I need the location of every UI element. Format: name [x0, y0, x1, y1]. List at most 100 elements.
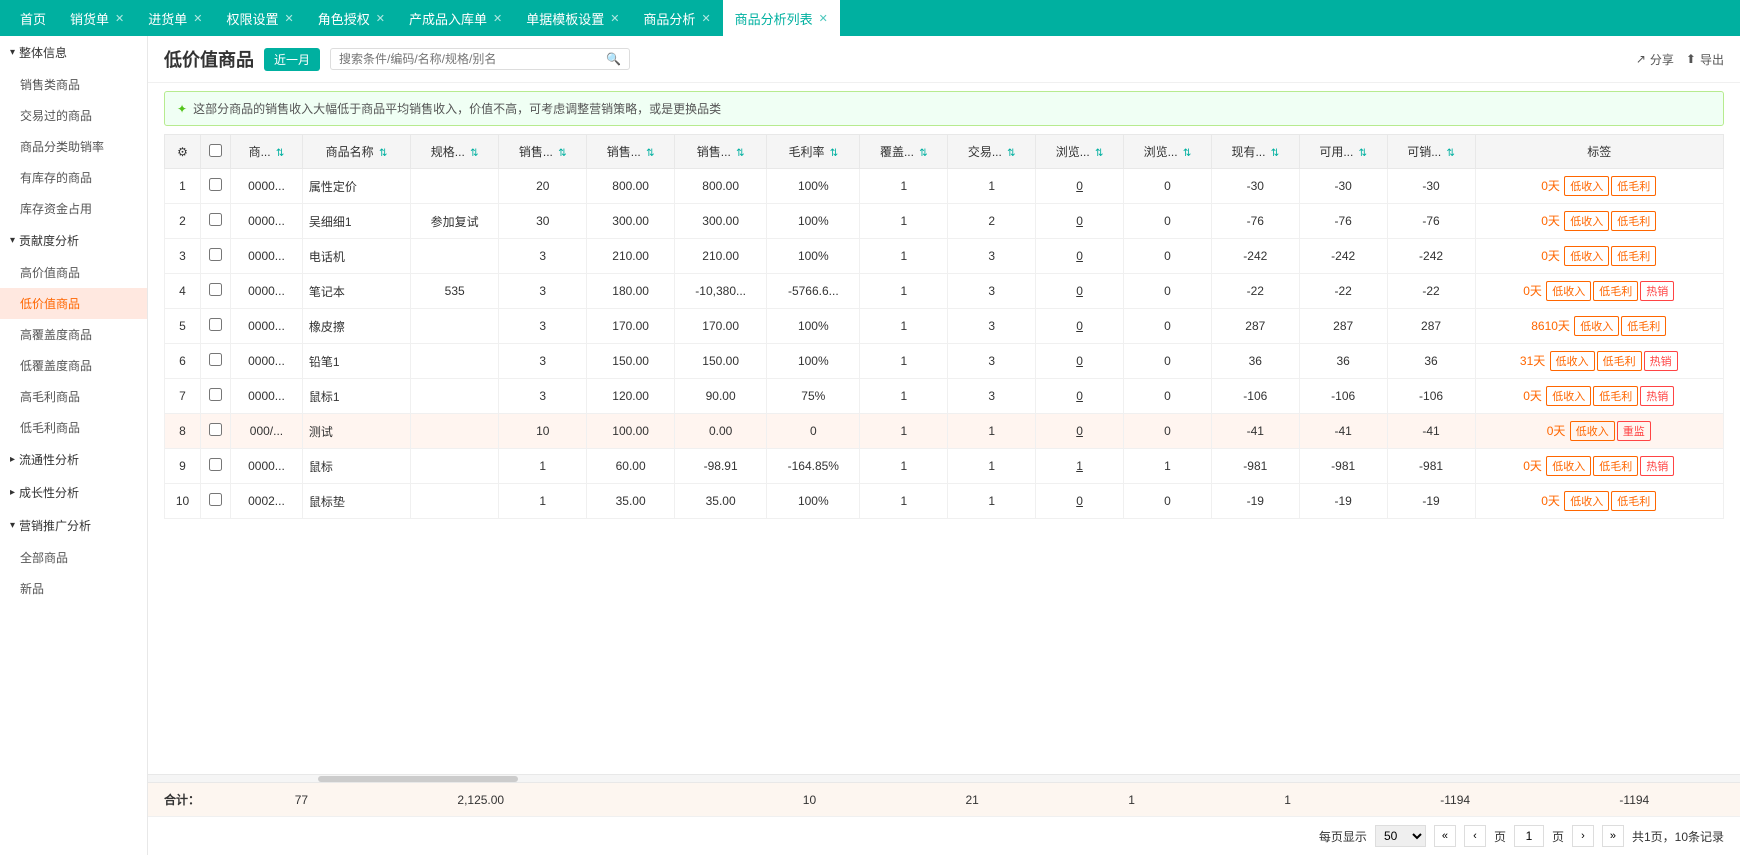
- th-browse1[interactable]: 浏览... ⇅: [1036, 135, 1124, 169]
- th-sellable-stock[interactable]: 可销... ⇅: [1387, 135, 1475, 169]
- browse-link[interactable]: 0: [1076, 179, 1083, 193]
- th-margin-rate[interactable]: 毛利率 ⇅: [767, 135, 860, 169]
- row-select-checkbox[interactable]: [209, 423, 222, 436]
- browse-link[interactable]: 0: [1076, 424, 1083, 438]
- row-checkbox-cell[interactable]: [201, 239, 231, 274]
- th-sales3[interactable]: 销售... ⇅: [675, 135, 767, 169]
- row-select-checkbox[interactable]: [209, 248, 222, 261]
- row-select-checkbox[interactable]: [209, 493, 222, 506]
- close-icon[interactable]: ✕: [115, 12, 124, 25]
- row-checkbox-cell[interactable]: [201, 204, 231, 239]
- row-sales-qty: 1: [499, 449, 587, 484]
- row-select-checkbox[interactable]: [209, 178, 222, 191]
- browse-link[interactable]: 0: [1076, 249, 1083, 263]
- row-checkbox-cell[interactable]: [201, 274, 231, 309]
- row-sales-qty: 3: [499, 274, 587, 309]
- close-icon[interactable]: ✕: [193, 12, 202, 25]
- per-page-select[interactable]: 50 100 200: [1375, 825, 1426, 847]
- sidebar-item-stock-capital[interactable]: 库存资金占用: [0, 193, 147, 224]
- nav-purchase-order[interactable]: 进货单 ✕: [136, 0, 214, 36]
- close-icon[interactable]: ✕: [701, 12, 710, 25]
- th-sales2[interactable]: 销售... ⇅: [587, 135, 675, 169]
- row-select-checkbox[interactable]: [209, 213, 222, 226]
- th-transaction[interactable]: 交易... ⇅: [948, 135, 1036, 169]
- sidebar-item-sales-products[interactable]: 销售类商品: [0, 69, 147, 100]
- search-icon[interactable]: 🔍: [606, 52, 621, 66]
- row-select-checkbox[interactable]: [209, 283, 222, 296]
- th-browse2[interactable]: 浏览... ⇅: [1124, 135, 1212, 169]
- horizontal-scrollbar[interactable]: [148, 774, 1740, 782]
- row-coverage: 1: [860, 204, 948, 239]
- th-sales1[interactable]: 销售... ⇅: [499, 135, 587, 169]
- sidebar-collapse-btn[interactable]: ‹: [147, 56, 148, 96]
- nav-product-warehouse[interactable]: 产成品入库单 ✕: [397, 0, 514, 36]
- row-select-checkbox[interactable]: [209, 353, 222, 366]
- sidebar-section-liquidity[interactable]: ▸ 流通性分析: [0, 443, 147, 476]
- browse-link[interactable]: 1: [1076, 459, 1083, 473]
- export-btn[interactable]: ⬆ 导出: [1686, 51, 1724, 68]
- row-select-checkbox[interactable]: [209, 388, 222, 401]
- row-select-checkbox[interactable]: [209, 318, 222, 331]
- row-checkbox-cell[interactable]: [201, 449, 231, 484]
- sidebar-item-new-products[interactable]: 新品: [0, 573, 147, 604]
- close-icon[interactable]: ✕: [376, 12, 385, 25]
- nav-product-analysis-list[interactable]: 商品分析列表 ✕: [723, 0, 840, 36]
- nav-home[interactable]: 首页: [8, 0, 58, 36]
- row-checkbox-cell[interactable]: [201, 379, 231, 414]
- row-checkbox-cell[interactable]: [201, 169, 231, 204]
- th-coverage[interactable]: 覆盖... ⇅: [860, 135, 948, 169]
- browse-link[interactable]: 0: [1076, 284, 1083, 298]
- share-btn[interactable]: ↗ 分享: [1636, 51, 1674, 68]
- th-current-stock[interactable]: 现有... ⇅: [1211, 135, 1299, 169]
- sidebar-item-traded-products[interactable]: 交易过的商品: [0, 100, 147, 131]
- sidebar-section-contribution[interactable]: ▾ 贡献度分析: [0, 224, 147, 257]
- th-settings[interactable]: ⚙: [165, 135, 201, 169]
- th-code[interactable]: 商... ⇅: [231, 135, 303, 169]
- close-icon[interactable]: ✕: [610, 12, 619, 25]
- sidebar-section-marketing[interactable]: ▾ 营销推广分析: [0, 509, 147, 542]
- nav-template-settings[interactable]: 单据模板设置 ✕: [514, 0, 631, 36]
- nav-product-analysis[interactable]: 商品分析 ✕: [631, 0, 722, 36]
- sidebar-item-low-margin[interactable]: 低毛利商品: [0, 412, 147, 443]
- last-page-btn[interactable]: »: [1602, 825, 1624, 847]
- sidebar-item-low-coverage[interactable]: 低覆盖度商品: [0, 350, 147, 381]
- browse-link[interactable]: 0: [1076, 214, 1083, 228]
- time-filter-btn[interactable]: 近一月: [264, 48, 320, 71]
- sidebar-item-high-margin[interactable]: 高毛利商品: [0, 381, 147, 412]
- browse-link[interactable]: 0: [1076, 389, 1083, 403]
- row-checkbox-cell[interactable]: [201, 484, 231, 519]
- sidebar-section-overall[interactable]: ▾ 整体信息: [0, 36, 147, 69]
- sidebar-item-in-stock-products[interactable]: 有库存的商品: [0, 162, 147, 193]
- th-spec[interactable]: 规格... ⇅: [411, 135, 499, 169]
- nav-role-auth[interactable]: 角色授权 ✕: [306, 0, 397, 36]
- sidebar-section-growth[interactable]: ▸ 成长性分析: [0, 476, 147, 509]
- search-input[interactable]: [339, 52, 602, 66]
- close-icon[interactable]: ✕: [285, 12, 294, 25]
- sidebar-item-high-coverage[interactable]: 高覆盖度商品: [0, 319, 147, 350]
- sidebar-item-all-products[interactable]: 全部商品: [0, 542, 147, 573]
- sidebar-item-high-value[interactable]: 高价值商品: [0, 257, 147, 288]
- row-browse1: 0: [1036, 239, 1124, 274]
- sidebar-item-low-value[interactable]: 低价值商品: [0, 288, 147, 319]
- row-select-checkbox[interactable]: [209, 458, 222, 471]
- browse-link[interactable]: 0: [1076, 319, 1083, 333]
- sidebar-item-category-sales-rate[interactable]: 商品分类助销率: [0, 131, 147, 162]
- days-tag: 0天: [1541, 214, 1560, 228]
- page-number-input[interactable]: [1514, 825, 1544, 847]
- nav-permissions[interactable]: 权限设置 ✕: [214, 0, 305, 36]
- row-checkbox-cell[interactable]: [201, 309, 231, 344]
- row-checkbox-cell[interactable]: [201, 414, 231, 449]
- first-page-btn[interactable]: «: [1434, 825, 1456, 847]
- row-checkbox-cell[interactable]: [201, 344, 231, 379]
- close-icon[interactable]: ✕: [493, 12, 502, 25]
- close-icon[interactable]: ✕: [819, 12, 828, 25]
- th-name[interactable]: 商品名称 ⇅: [302, 135, 410, 169]
- th-available-stock[interactable]: 可用... ⇅: [1299, 135, 1387, 169]
- browse-link[interactable]: 0: [1076, 354, 1083, 368]
- select-all-checkbox[interactable]: [209, 144, 222, 157]
- browse-link[interactable]: 0: [1076, 494, 1083, 508]
- prev-page-btn[interactable]: ‹: [1464, 825, 1486, 847]
- next-page-btn[interactable]: ›: [1572, 825, 1594, 847]
- scrollbar-thumb[interactable]: [318, 776, 518, 782]
- nav-sales-order[interactable]: 销货单 ✕: [58, 0, 136, 36]
